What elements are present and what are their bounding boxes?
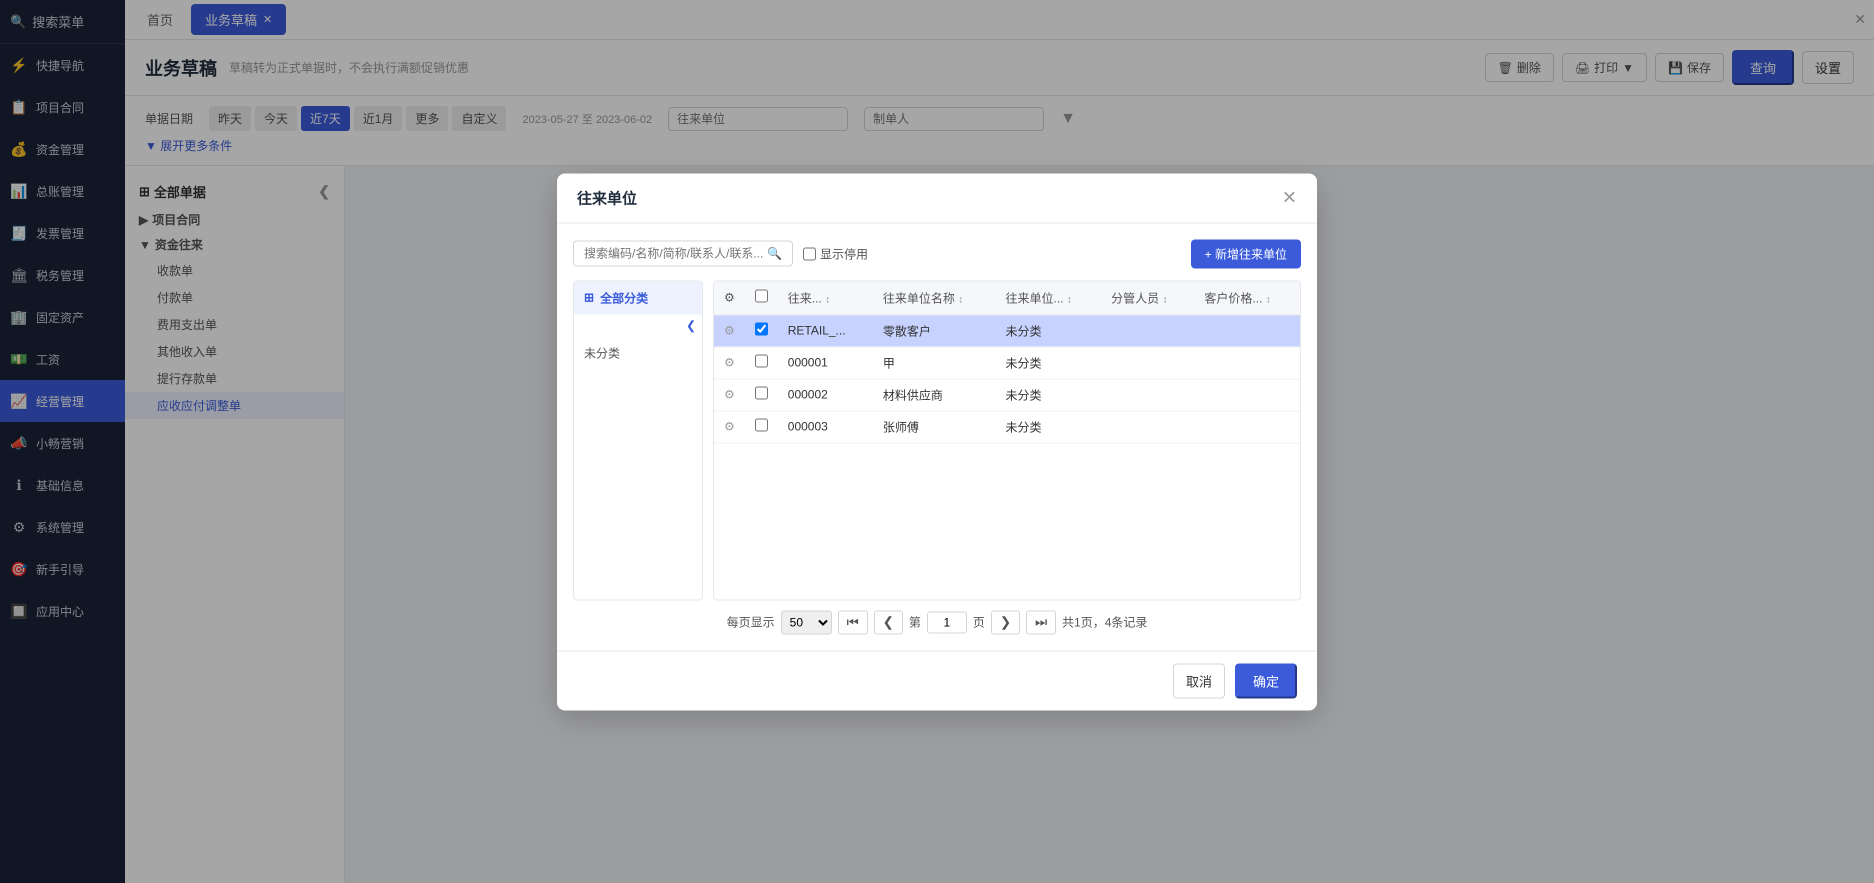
td-checkbox: [745, 379, 778, 411]
td-checkbox: [745, 315, 778, 347]
sort-name-icon: ↕: [958, 294, 963, 305]
td-price: [1194, 411, 1300, 443]
td-code: 000002: [778, 379, 873, 411]
sort-cat-icon: ↕: [1067, 294, 1072, 305]
show-disabled-checkbox-group: 显示停用: [803, 245, 868, 262]
cancel-button[interactable]: 取消: [1173, 663, 1225, 698]
first-page-btn[interactable]: ⏮: [838, 610, 868, 634]
last-page-btn[interactable]: ⏭: [1026, 610, 1056, 634]
td-manager: [1101, 379, 1194, 411]
show-disabled-label: 显示停用: [820, 245, 868, 262]
td-name: 零散客户: [873, 315, 996, 347]
td-name: 材料供应商: [873, 379, 996, 411]
add-partner-label: + 新增往来单位: [1205, 245, 1287, 262]
td-category: 未分类: [996, 347, 1102, 379]
modal-left-item-unclassified[interactable]: 未分类: [574, 336, 702, 369]
td-checkbox: [745, 347, 778, 379]
td-name: 张师傅: [873, 411, 996, 443]
th-checkbox: [745, 281, 778, 315]
sort-code-icon: ↕: [825, 294, 830, 305]
add-partner-button[interactable]: + 新增往来单位: [1191, 239, 1301, 268]
per-page-select[interactable]: 50 100: [781, 610, 832, 634]
modal-table-wrap: ⚙ 往来... ↕ 往来单位名称 ↕ 往来单位... ↕ 分管人员 ↕ 客户价格…: [713, 280, 1301, 600]
row-checkbox[interactable]: [755, 323, 768, 336]
modal-search-input[interactable]: [584, 247, 763, 261]
td-settings: ⚙: [714, 379, 745, 411]
row-settings-icon[interactable]: ⚙: [724, 324, 735, 338]
partner-modal: 往来单位 ✕ 🔍 显示停用 + 新增往来单位 ⊞ 全部分类: [557, 173, 1317, 710]
prev-page-btn[interactable]: ❮: [874, 610, 903, 634]
th-settings: ⚙: [714, 281, 745, 315]
modal-layout: ⊞ 全部分类 ❮ 未分类 ⚙ 往来... ↕: [573, 280, 1301, 600]
table-row[interactable]: ⚙ RETAIL_... 零散客户 未分类: [714, 315, 1300, 347]
modal-footer: 取消 确定: [557, 650, 1317, 710]
page-number-input[interactable]: [927, 611, 967, 633]
th-code: 往来... ↕: [778, 281, 873, 315]
th-name: 往来单位名称 ↕: [873, 281, 996, 315]
sort-mgr-icon: ↕: [1162, 294, 1167, 305]
next-page-btn[interactable]: ❯: [991, 610, 1020, 634]
modal-header: 往来单位 ✕: [557, 173, 1317, 223]
modal-body: 🔍 显示停用 + 新增往来单位 ⊞ 全部分类 ❮: [557, 223, 1317, 650]
td-price: [1194, 315, 1300, 347]
td-code: 000001: [778, 347, 873, 379]
th-price: 客户价格... ↕: [1194, 281, 1300, 315]
all-categories-icon: ⊞: [584, 291, 594, 305]
table-row[interactable]: ⚙ 000003 张师傅 未分类: [714, 411, 1300, 443]
sort-price-icon: ↕: [1266, 294, 1271, 305]
td-code: 000003: [778, 411, 873, 443]
modal-left-item-label: 未分类: [584, 344, 620, 361]
td-code: RETAIL_...: [778, 315, 873, 347]
td-manager: [1101, 315, 1194, 347]
modal-close-btn[interactable]: ✕: [1282, 187, 1297, 208]
th-manager: 分管人员 ↕: [1101, 281, 1194, 315]
modal-table: ⚙ 往来... ↕ 往来单位名称 ↕ 往来单位... ↕ 分管人员 ↕ 客户价格…: [714, 281, 1300, 443]
row-checkbox[interactable]: [755, 355, 768, 368]
td-price: [1194, 347, 1300, 379]
row-checkbox[interactable]: [755, 387, 768, 400]
row-settings-icon[interactable]: ⚙: [724, 388, 735, 402]
td-category: 未分类: [996, 411, 1102, 443]
select-all-checkbox[interactable]: [755, 290, 768, 303]
settings-icon[interactable]: ⚙: [724, 291, 735, 305]
table-row[interactable]: ⚙ 000001 甲 未分类: [714, 347, 1300, 379]
modal-search-wrapper: 🔍: [573, 241, 793, 267]
table-header-row: ⚙ 往来... ↕ 往来单位名称 ↕ 往来单位... ↕ 分管人员 ↕ 客户价格…: [714, 281, 1300, 315]
td-settings: ⚙: [714, 411, 745, 443]
td-price: [1194, 379, 1300, 411]
page-label-second: 页: [973, 614, 985, 631]
row-settings-icon[interactable]: ⚙: [724, 356, 735, 370]
modal-left-collapse-btn[interactable]: ❮: [686, 318, 696, 332]
modal-pagination: 每页显示 50 100 ⏮ ❮ 第 页 ❯ ⏭ 共1页，4条记录: [573, 610, 1301, 634]
row-settings-icon[interactable]: ⚙: [724, 420, 735, 434]
modal-toolbar: 🔍 显示停用 + 新增往来单位: [573, 239, 1301, 268]
total-pages-label: 共1页，4条记录: [1062, 614, 1147, 631]
page-label-first: 第: [909, 614, 921, 631]
td-category: 未分类: [996, 379, 1102, 411]
modal-left-item-all[interactable]: ⊞ 全部分类: [574, 281, 702, 314]
row-checkbox[interactable]: [755, 419, 768, 432]
td-settings: ⚙: [714, 347, 745, 379]
td-name: 甲: [873, 347, 996, 379]
modal-left-panel: ⊞ 全部分类 ❮ 未分类: [573, 280, 703, 600]
modal-search-icon: 🔍: [767, 247, 782, 261]
td-settings: ⚙: [714, 315, 745, 347]
per-page-label: 每页显示: [727, 614, 775, 631]
td-manager: [1101, 347, 1194, 379]
modal-title: 往来单位: [577, 187, 637, 208]
modal-left-item-label: 全部分类: [600, 289, 648, 306]
td-checkbox: [745, 411, 778, 443]
show-disabled-checkbox[interactable]: [803, 247, 816, 260]
table-row[interactable]: ⚙ 000002 材料供应商 未分类: [714, 379, 1300, 411]
th-category: 往来单位... ↕: [996, 281, 1102, 315]
td-manager: [1101, 411, 1194, 443]
td-category: 未分类: [996, 315, 1102, 347]
confirm-button[interactable]: 确定: [1235, 663, 1297, 698]
